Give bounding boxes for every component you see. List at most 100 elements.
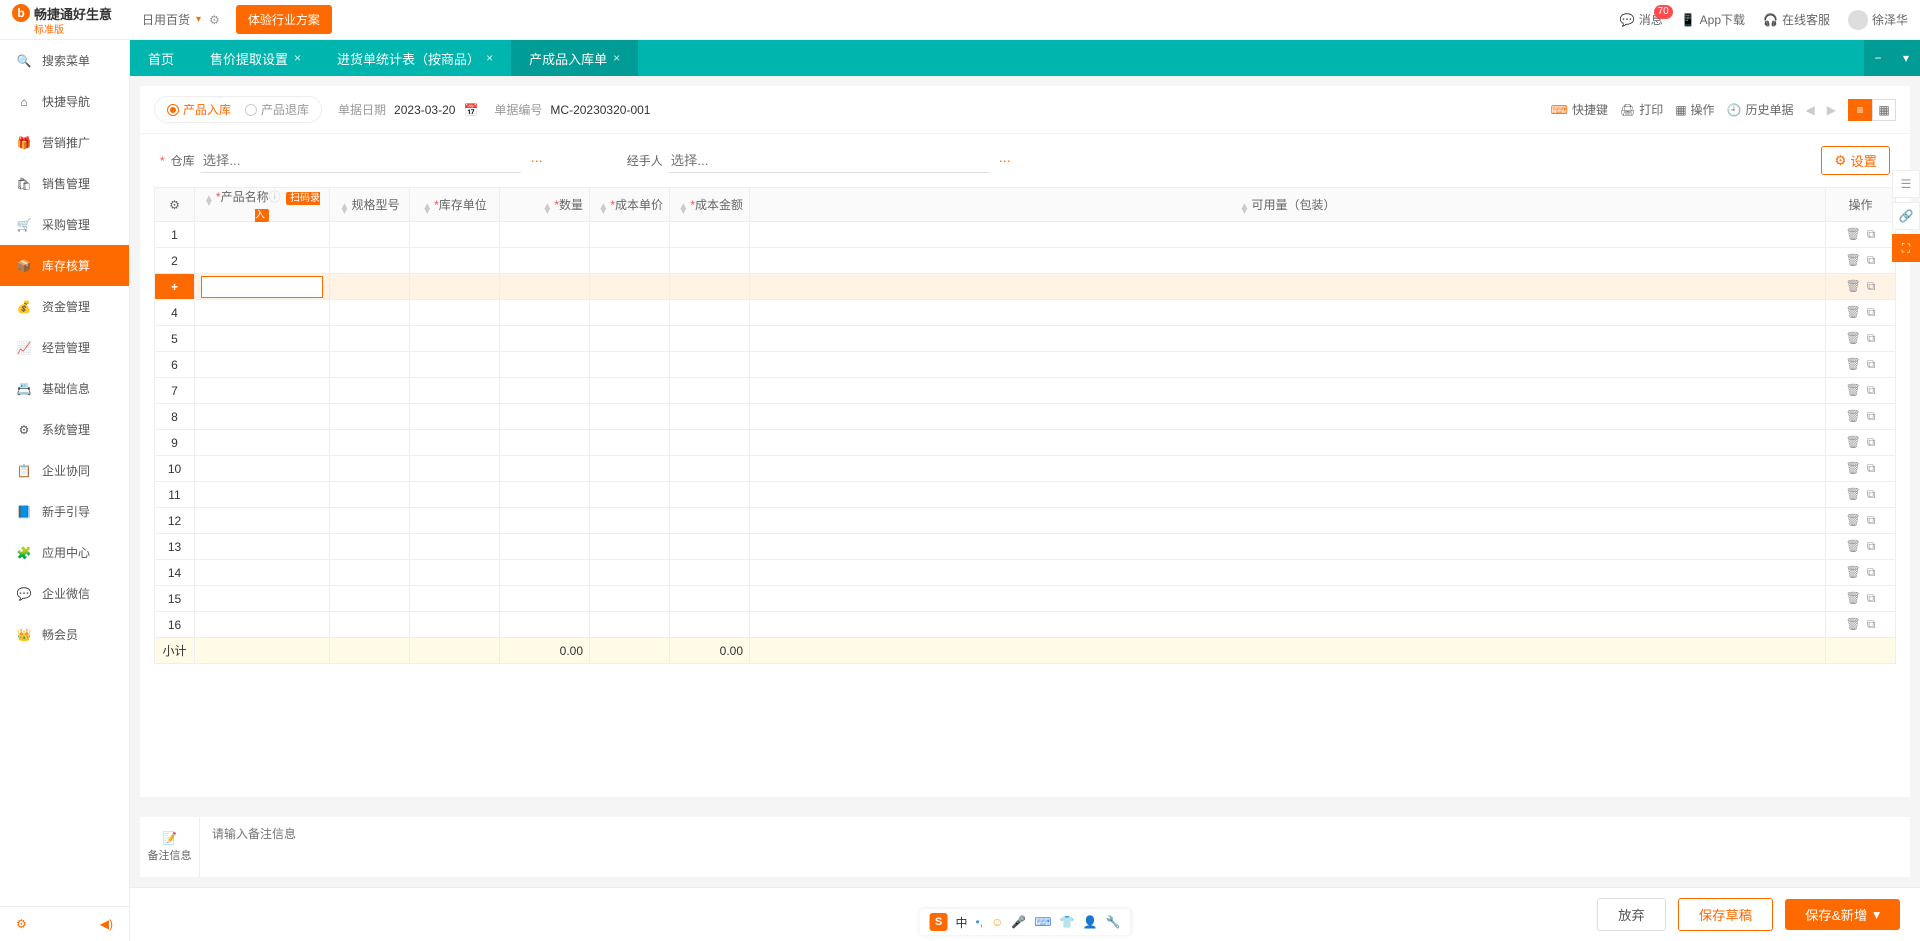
table-row[interactable]: 13🗑⧉ [155, 534, 1896, 560]
copy-row-icon[interactable]: ⧉ [1867, 305, 1876, 319]
add-row-icon[interactable]: + [166, 278, 184, 296]
col-price[interactable]: ▲▼*成本单价 [590, 188, 670, 222]
sidebar-item[interactable]: 👑畅会员 [0, 614, 129, 655]
operate-button[interactable]: ▦操作 [1675, 101, 1714, 118]
more-icon[interactable]: ⋯ [999, 154, 1011, 168]
sidebar-item[interactable]: 🛒采购管理 [0, 204, 129, 245]
delete-row-icon[interactable]: 🗑 [1846, 305, 1861, 319]
table-row[interactable]: 8🗑⧉ [155, 404, 1896, 430]
dock-btn-2[interactable]: 🔗 [1892, 202, 1920, 230]
sidebar-item[interactable]: 🎁营销推广 [0, 122, 129, 163]
ime-emoji-icon[interactable]: ☺ [991, 915, 1003, 929]
table-row[interactable]: 11🗑⧉ [155, 482, 1896, 508]
copy-row-icon[interactable]: ⧉ [1867, 617, 1876, 631]
table-row[interactable]: 12🗑⧉ [155, 508, 1896, 534]
online-cs-button[interactable]: 🎧 在线客服 [1763, 11, 1830, 28]
sidebar-item[interactable]: 🧩应用中心 [0, 532, 129, 573]
table-row[interactable]: 14🗑⧉ [155, 560, 1896, 586]
table-row[interactable]: 9🗑⧉ [155, 430, 1896, 456]
shortcut-button[interactable]: ⌨快捷键 [1551, 101, 1608, 118]
handler-field[interactable]: 经手人 ⋯ [627, 149, 1011, 173]
col-product[interactable]: ▲▼*产品名称ⓘ 扫码录入 [195, 188, 330, 222]
copy-row-icon[interactable]: ⧉ [1867, 331, 1876, 345]
copy-row-icon[interactable]: ⧉ [1867, 435, 1876, 449]
sidebar-item[interactable]: ⚙系统管理 [0, 409, 129, 450]
save-draft-button[interactable]: 保存草稿 [1678, 898, 1773, 931]
warehouse-input[interactable] [201, 149, 521, 173]
warehouse-field[interactable]: * 仓库 ⋯ [160, 149, 543, 173]
tab[interactable]: 首页 [130, 40, 192, 76]
col-spec[interactable]: ▲▼规格型号 [330, 188, 410, 222]
print-button[interactable]: 🖨打印 [1620, 101, 1663, 118]
close-icon[interactable]: × [294, 51, 301, 65]
delete-row-icon[interactable]: 🗑 [1846, 513, 1861, 527]
sidebar-item[interactable]: 🔍搜索菜单 [0, 40, 129, 81]
history-button[interactable]: 🕘历史单据 [1727, 101, 1794, 118]
radio-product-out[interactable]: 产品退库 [245, 101, 309, 118]
tab[interactable]: 产成品入库单× [511, 40, 638, 76]
view-card-button[interactable]: ▦ [1872, 99, 1896, 121]
tab[interactable]: 售价提取设置× [192, 40, 319, 76]
delete-row-icon[interactable]: 🗑 [1846, 461, 1861, 475]
copy-row-icon[interactable]: ⧉ [1867, 357, 1876, 371]
sidebar-item[interactable]: 📘新手引导 [0, 491, 129, 532]
sidebar-item[interactable]: 📈经营管理 [0, 327, 129, 368]
app-download-button[interactable]: 📱 App下载 [1681, 11, 1745, 28]
copy-row-icon[interactable]: ⧉ [1867, 539, 1876, 553]
delete-row-icon[interactable]: 🗑 [1846, 253, 1861, 267]
sidebar-item[interactable]: 🛍销售管理 [0, 163, 129, 204]
col-available[interactable]: ▲▼可用量（包装） [750, 188, 1826, 222]
ime-voice-icon[interactable]: 🎤 [1011, 915, 1026, 929]
delete-row-icon[interactable]: 🗑 [1846, 331, 1861, 345]
user-menu[interactable]: 徐泽华 [1848, 10, 1908, 30]
copy-row-icon[interactable]: ⧉ [1867, 227, 1876, 241]
delete-row-icon[interactable]: 🗑 [1846, 383, 1861, 397]
delete-row-icon[interactable]: 🗑 [1846, 591, 1861, 605]
tab-dropdown-button[interactable]: ▾ [1892, 40, 1920, 76]
ime-punct-icon[interactable]: •, [976, 915, 984, 929]
ime-toolbar[interactable]: S 中 •, ☺ 🎤 ⌨ 👕 👤 🔧 [920, 909, 1131, 935]
ime-skin-icon[interactable]: 👕 [1060, 915, 1075, 929]
delete-row-icon[interactable]: 🗑 [1846, 409, 1861, 423]
handler-input[interactable] [669, 149, 989, 173]
delete-row-icon[interactable]: 🗑 [1846, 565, 1861, 579]
delete-row-icon[interactable]: 🗑 [1846, 617, 1861, 631]
settings-button[interactable]: ⚙ 设置 [1821, 146, 1890, 175]
shop-settings-icon[interactable]: ⚙ [209, 13, 220, 27]
more-icon[interactable]: ⋯ [531, 154, 543, 168]
save-new-button[interactable]: 保存&新增 ▾ [1785, 899, 1900, 930]
product-input[interactable] [201, 276, 323, 298]
remark-input[interactable] [200, 817, 1910, 877]
ime-keyboard-icon[interactable]: ⌨ [1034, 915, 1051, 929]
col-settings[interactable]: ⚙ [155, 188, 195, 222]
ime-user-icon[interactable]: 👤 [1083, 915, 1098, 929]
close-icon[interactable]: × [486, 51, 493, 65]
table-row[interactable]: 4🗑⧉ [155, 300, 1896, 326]
settings-gear-icon[interactable]: ⚙ [16, 917, 27, 931]
prev-doc-icon[interactable]: ◀ [1806, 103, 1815, 117]
col-unit[interactable]: ▲▼*库存单位 [410, 188, 500, 222]
sidebar-item[interactable]: 📇基础信息 [0, 368, 129, 409]
ime-tool-icon[interactable]: 🔧 [1106, 915, 1121, 929]
col-qty[interactable]: ▲▼*数量 [500, 188, 590, 222]
tab-minimize-button[interactable]: − [1864, 40, 1892, 76]
table-row[interactable]: 15🗑⧉ [155, 586, 1896, 612]
tab[interactable]: 进货单统计表（按商品）× [319, 40, 511, 76]
copy-row-icon[interactable]: ⧉ [1867, 409, 1876, 423]
table-row[interactable]: 16🗑⧉ [155, 612, 1896, 638]
shop-selector[interactable]: 日用百货 ▾ [142, 11, 201, 28]
discard-button[interactable]: 放弃 [1597, 898, 1666, 931]
sidebar-item[interactable]: 📦库存核算 [0, 245, 129, 286]
delete-row-icon[interactable]: 🗑 [1846, 435, 1861, 449]
delete-row-icon[interactable]: 🗑 [1846, 487, 1861, 501]
try-plan-button[interactable]: 体验行业方案 [236, 5, 332, 34]
table-row[interactable]: 2🗑⧉ [155, 248, 1896, 274]
delete-row-icon[interactable]: 🗑 [1846, 357, 1861, 371]
close-icon[interactable]: × [613, 51, 620, 65]
table-row[interactable]: 1🗑⧉ [155, 222, 1896, 248]
table-row[interactable]: 10🗑⧉ [155, 456, 1896, 482]
sidebar-item[interactable]: 💰资金管理 [0, 286, 129, 327]
sidebar-item[interactable]: 💬企业微信 [0, 573, 129, 614]
sidebar-item[interactable]: 📋企业协同 [0, 450, 129, 491]
collapse-sidebar-icon[interactable]: ◀) [100, 917, 113, 931]
